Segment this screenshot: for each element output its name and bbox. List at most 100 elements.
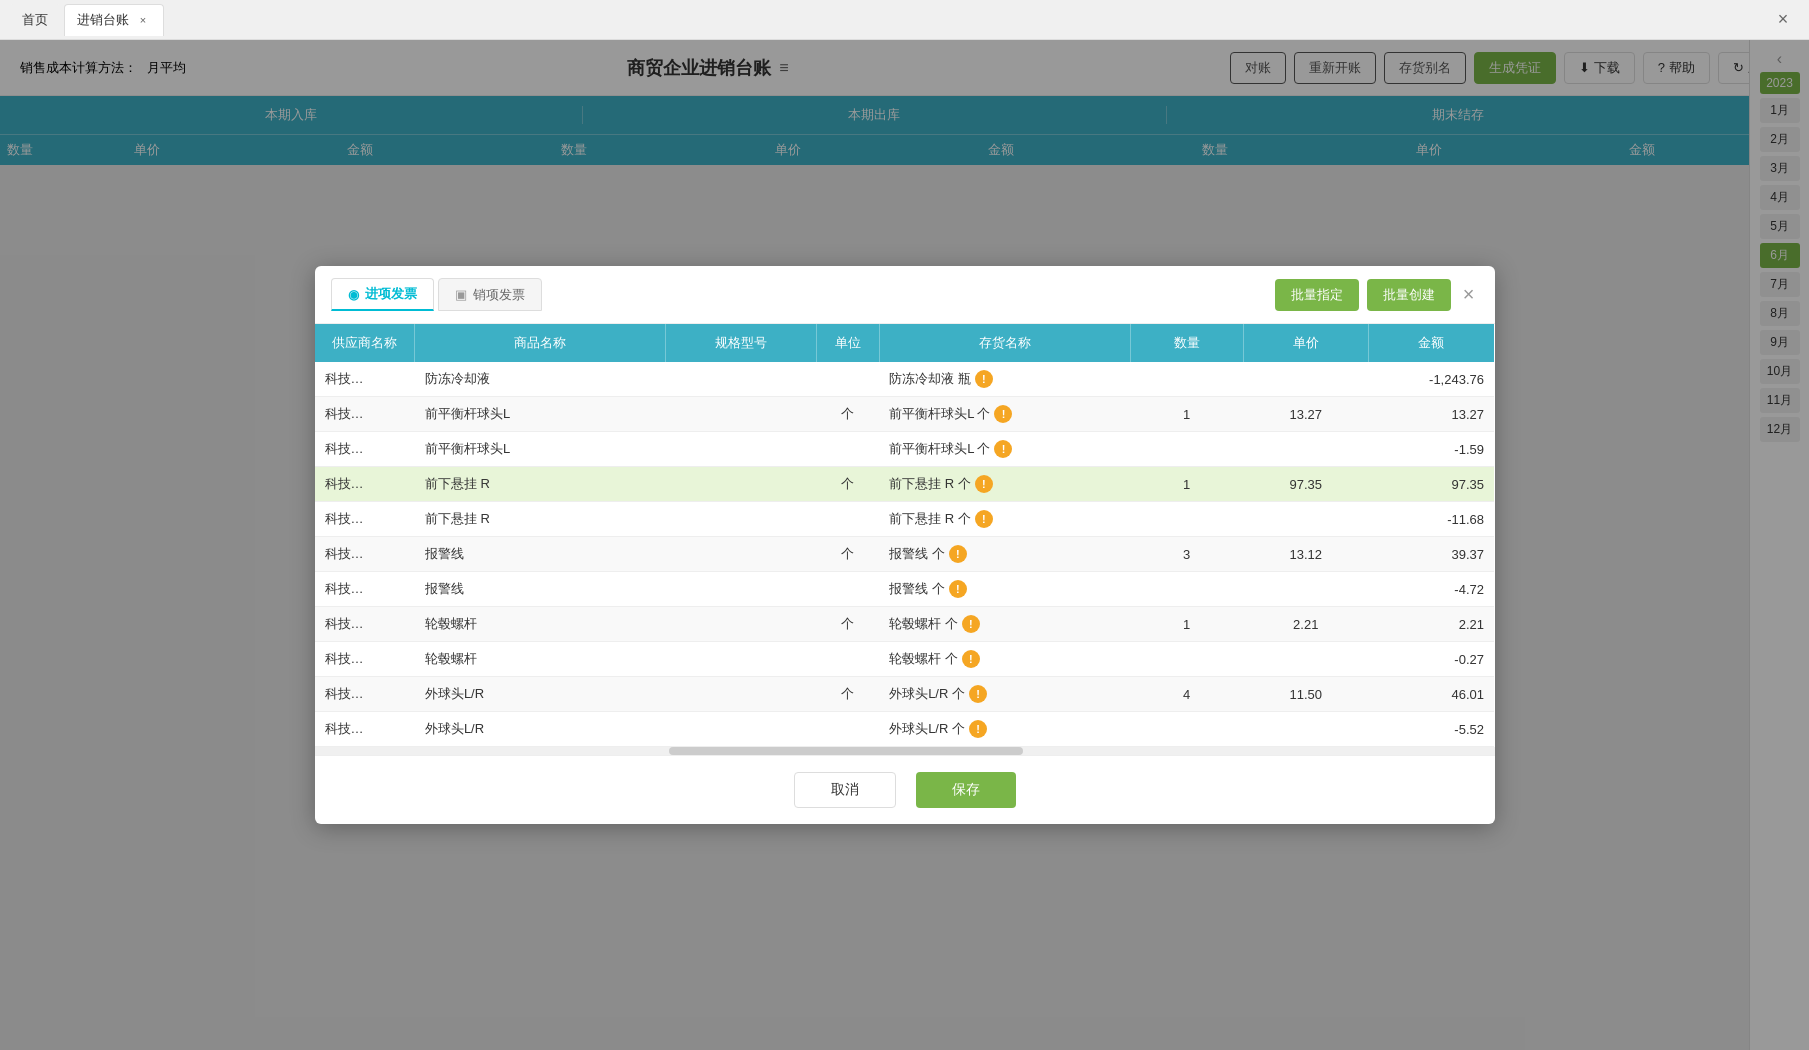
- warning-icon: !: [962, 615, 980, 633]
- unit-price-cell: 97.35: [1243, 467, 1368, 502]
- stock-name-text: 前下悬挂 R 个: [889, 511, 971, 526]
- spec-cell: [666, 467, 817, 502]
- incoming-invoice-tab[interactable]: ◉ 进项发票: [331, 278, 434, 311]
- home-tab[interactable]: 首页: [10, 4, 60, 36]
- modal-scrollbar-thumb[interactable]: [669, 747, 1023, 755]
- window-close-button[interactable]: ×: [1767, 4, 1799, 36]
- stock-name-cell: 外球头L/R 个!: [879, 712, 1130, 747]
- table-row[interactable]: 科技… 报警线 个 报警线 个! 3 13.12 39.37: [315, 537, 1495, 572]
- quantity-cell: [1130, 502, 1243, 537]
- quantity-cell: [1130, 712, 1243, 747]
- modal-table: 供应商名称 商品名称 规格型号 单位 存货名称 数量 单价 金额 科技… 防冻冷…: [315, 324, 1495, 747]
- modal-scrollbar[interactable]: [315, 747, 1495, 755]
- quantity-cell: [1130, 572, 1243, 607]
- stock-name-text: 报警线 个: [889, 546, 945, 561]
- stock-name-text: 前下悬挂 R 个: [889, 476, 971, 491]
- save-button[interactable]: 保存: [916, 772, 1016, 808]
- table-row[interactable]: 科技… 外球头L/R 个 外球头L/R 个! 4 11.50 46.01: [315, 677, 1495, 712]
- table-row[interactable]: 科技… 轮毂螺杆 轮毂螺杆 个! -0.27: [315, 642, 1495, 677]
- unit-cell: [816, 642, 879, 677]
- stock-name-cell: 报警线 个!: [879, 572, 1130, 607]
- active-tab-label: 进销台账: [77, 11, 129, 29]
- table-row[interactable]: 科技… 外球头L/R 外球头L/R 个! -5.52: [315, 712, 1495, 747]
- warning-icon: !: [949, 580, 967, 598]
- warning-icon: !: [962, 650, 980, 668]
- quantity-cell: 1: [1130, 607, 1243, 642]
- stock-name-text: 轮毂螺杆 个: [889, 616, 958, 631]
- product-cell: 轮毂螺杆: [415, 607, 666, 642]
- quantity-cell: [1130, 432, 1243, 467]
- warning-icon: !: [994, 440, 1012, 458]
- supplier-cell: 科技…: [315, 677, 415, 712]
- incoming-tab-label: 进项发票: [365, 285, 417, 303]
- supplier-cell: 科技…: [315, 537, 415, 572]
- supplier-cell: 科技…: [315, 397, 415, 432]
- supplier-cell: 科技…: [315, 607, 415, 642]
- product-cell: 前下悬挂 R: [415, 502, 666, 537]
- stock-name-cell: 防冻冷却液 瓶!: [879, 362, 1130, 397]
- stock-name-cell: 报警线 个!: [879, 537, 1130, 572]
- unit-cell: [816, 572, 879, 607]
- supplier-cell: 科技…: [315, 502, 415, 537]
- batch-create-button[interactable]: 批量创建: [1367, 279, 1451, 311]
- quantity-cell: 1: [1130, 397, 1243, 432]
- amount-cell: -5.52: [1368, 712, 1494, 747]
- product-cell: 报警线: [415, 572, 666, 607]
- amount-cell: -4.72: [1368, 572, 1494, 607]
- home-tab-label: 首页: [22, 11, 48, 29]
- spec-cell: [666, 502, 817, 537]
- th-amount: 金额: [1368, 324, 1494, 362]
- table-row[interactable]: 科技… 报警线 报警线 个! -4.72: [315, 572, 1495, 607]
- modal-table-body: 科技… 防冻冷却液 防冻冷却液 瓶! -1,243.76 科技… 前平衡杆球头L…: [315, 362, 1495, 747]
- stock-name-cell: 前平衡杆球头L 个!: [879, 397, 1130, 432]
- quantity-cell: 1: [1130, 467, 1243, 502]
- unit-price-cell: 13.12: [1243, 537, 1368, 572]
- table-row[interactable]: 科技… 前平衡杆球头L 前平衡杆球头L 个! -1.59: [315, 432, 1495, 467]
- stock-name-text: 前平衡杆球头L 个: [889, 441, 990, 456]
- stock-name-cell: 轮毂螺杆 个!: [879, 607, 1130, 642]
- modal-table-wrap[interactable]: 供应商名称 商品名称 规格型号 单位 存货名称 数量 单价 金额 科技… 防冻冷…: [315, 324, 1495, 747]
- warning-icon: !: [975, 475, 993, 493]
- stock-name-text: 报警线 个: [889, 581, 945, 596]
- spec-cell: [666, 677, 817, 712]
- unit-cell: 个: [816, 397, 879, 432]
- amount-cell: 13.27: [1368, 397, 1494, 432]
- unit-cell: [816, 712, 879, 747]
- warning-icon: !: [994, 405, 1012, 423]
- product-cell: 轮毂螺杆: [415, 642, 666, 677]
- stock-name-cell: 前下悬挂 R 个!: [879, 502, 1130, 537]
- warning-icon: !: [975, 370, 993, 388]
- outgoing-tab-label: 销项发票: [473, 286, 525, 304]
- unit-price-cell: 2.21: [1243, 607, 1368, 642]
- table-row[interactable]: 科技… 前平衡杆球头L 个 前平衡杆球头L 个! 1 13.27 13.27: [315, 397, 1495, 432]
- table-row[interactable]: 科技… 防冻冷却液 防冻冷却液 瓶! -1,243.76: [315, 362, 1495, 397]
- quantity-cell: 3: [1130, 537, 1243, 572]
- supplier-cell: 科技…: [315, 362, 415, 397]
- batch-specify-button[interactable]: 批量指定: [1275, 279, 1359, 311]
- table-row[interactable]: 科技… 轮毂螺杆 个 轮毂螺杆 个! 1 2.21 2.21: [315, 607, 1495, 642]
- top-bar: 首页 进销台账 × ×: [0, 0, 1809, 40]
- th-stock: 存货名称: [879, 324, 1130, 362]
- outgoing-invoice-tab[interactable]: ▣ 销项发票: [438, 278, 542, 311]
- product-cell: 外球头L/R: [415, 677, 666, 712]
- table-row[interactable]: 科技… 前下悬挂 R 前下悬挂 R 个! -11.68: [315, 502, 1495, 537]
- active-tab[interactable]: 进销台账 ×: [64, 4, 164, 36]
- main-content: 销售成本计算方法： 月平均 商贸企业进销台账 ≡ 对账 重新开账 存货别名 生成…: [0, 40, 1809, 1050]
- cancel-button[interactable]: 取消: [794, 772, 896, 808]
- close-tab-icon[interactable]: ×: [135, 12, 151, 28]
- spec-cell: [666, 712, 817, 747]
- modal-header: ◉ 进项发票 ▣ 销项发票 批量指定 批量创建 ×: [315, 266, 1495, 324]
- modal-close-button[interactable]: ×: [1459, 283, 1479, 306]
- table-row[interactable]: 科技… 前下悬挂 R 个 前下悬挂 R 个! 1 97.35 97.35: [315, 467, 1495, 502]
- spec-cell: [666, 572, 817, 607]
- amount-cell: 97.35: [1368, 467, 1494, 502]
- unit-cell: [816, 502, 879, 537]
- product-cell: 前平衡杆球头L: [415, 432, 666, 467]
- spec-cell: [666, 642, 817, 677]
- amount-cell: -0.27: [1368, 642, 1494, 677]
- quantity-cell: 4: [1130, 677, 1243, 712]
- amount-cell: 46.01: [1368, 677, 1494, 712]
- spec-cell: [666, 607, 817, 642]
- unit-price-cell: [1243, 712, 1368, 747]
- supplier-cell: 科技…: [315, 432, 415, 467]
